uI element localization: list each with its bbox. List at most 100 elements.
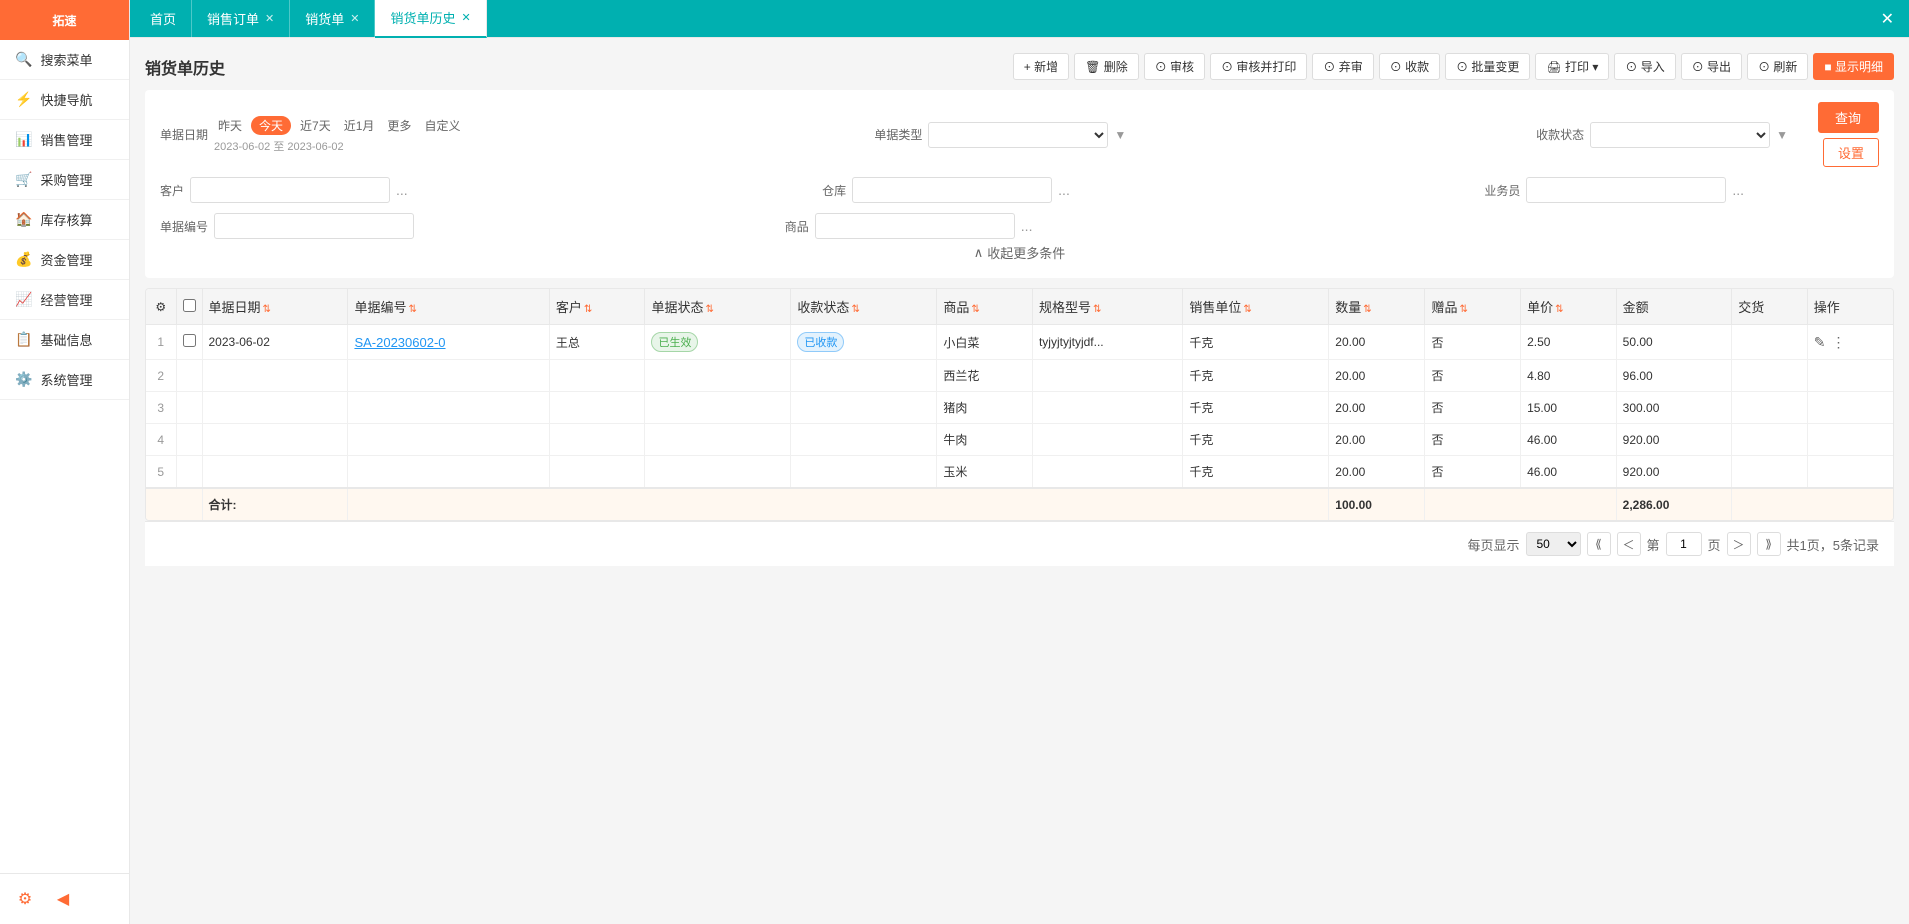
customer-input[interactable] <box>190 177 390 203</box>
tab-sales-history-close[interactable]: ✕ <box>462 11 471 24</box>
salesperson-input[interactable] <box>1526 177 1726 203</box>
setting-button[interactable]: 设置 <box>1823 138 1879 167</box>
doc-type-dropdown-icon[interactable]: ▼ <box>1114 128 1126 142</box>
audit-button[interactable]: ⊙ 审核 <box>1144 53 1205 80</box>
delete-button[interactable]: 🗑 删除 <box>1074 53 1139 80</box>
row-gift: 否 <box>1425 325 1521 360</box>
th-doc-status[interactable]: 单据状态⇅ <box>645 289 791 325</box>
total-empty2 <box>1425 488 1616 520</box>
page-prev-btn[interactable]: ＜ <box>1617 532 1641 556</box>
page-first-btn[interactable]: ⟪ <box>1587 532 1611 556</box>
tab-sales-order[interactable]: 销售订单 ✕ <box>192 0 290 38</box>
row-amount: 920.00 <box>1616 424 1732 456</box>
goods-dots-btn[interactable]: ... <box>1021 218 1033 234</box>
payment-status-dropdown-icon[interactable]: ▼ <box>1776 128 1788 142</box>
page-label: 第 <box>1647 535 1660 554</box>
th-docno[interactable]: 单据编号⇅ <box>348 289 549 325</box>
warehouse-input[interactable] <box>852 177 1052 203</box>
th-gear[interactable]: ⚙ <box>146 289 176 325</box>
sidebar-item-system-mgmt[interactable]: ⚙️ 系统管理 <box>0 360 129 400</box>
collapse-button[interactable]: ∧ 收起更多条件 <box>160 239 1879 266</box>
row-transaction <box>1732 392 1808 424</box>
th-goods[interactable]: 商品⇅ <box>937 289 1033 325</box>
tab-sales-goods-close[interactable]: ✕ <box>350 12 359 25</box>
th-checkbox[interactable] <box>176 289 202 325</box>
tab-close-all-btn[interactable]: ✕ <box>1871 9 1904 29</box>
doc-no-link[interactable]: SA-20230602-0 <box>354 335 445 350</box>
th-transaction[interactable]: 交货 <box>1732 289 1808 325</box>
sidebar-item-sales-mgmt[interactable]: 📊 销售管理 <box>0 120 129 160</box>
th-gift[interactable]: 赠品⇅ <box>1425 289 1521 325</box>
sidebar-item-operations-mgmt[interactable]: 📈 经营管理 <box>0 280 129 320</box>
sidebar-item-finance-mgmt[interactable]: 💰 资金管理 <box>0 240 129 280</box>
new-button[interactable]: + 新增 <box>1013 53 1069 80</box>
doc-type-select[interactable] <box>928 122 1108 148</box>
export-button[interactable]: ⊙ 导出 <box>1681 53 1742 80</box>
tab-sales-history[interactable]: 销货单历史 ✕ <box>375 0 486 38</box>
date-btn-more[interactable]: 更多 <box>383 115 415 136</box>
warehouse-dots-btn[interactable]: ... <box>1058 182 1070 198</box>
system-mgmt-icon: ⚙️ <box>15 371 32 388</box>
select-all-checkbox[interactable] <box>183 299 196 312</box>
row-docno[interactable] <box>348 392 549 424</box>
row-docno[interactable]: SA-20230602-0 <box>348 325 549 360</box>
more-action-icon[interactable]: ⋮ <box>1831 334 1845 351</box>
salesperson-dots-btn[interactable]: ... <box>1732 182 1744 198</box>
sidebar-item-basic-info[interactable]: 📋 基础信息 <box>0 320 129 360</box>
refresh-button[interactable]: ⊙ 刷新 <box>1747 53 1808 80</box>
row-amount: 300.00 <box>1616 392 1732 424</box>
th-price[interactable]: 单价⇅ <box>1521 289 1617 325</box>
th-qty[interactable]: 数量⇅ <box>1329 289 1425 325</box>
sidebar-item-purchase-mgmt[interactable]: 🛒 采购管理 <box>0 160 129 200</box>
query-button[interactable]: 查询 <box>1818 102 1879 133</box>
abandon-button[interactable]: ⊙ 弃审 <box>1312 53 1373 80</box>
page-number-input[interactable] <box>1666 532 1702 556</box>
collapse-icon: ∧ <box>974 245 984 261</box>
th-unit[interactable]: 销售单位⇅ <box>1183 289 1329 325</box>
row-gift: 否 <box>1425 456 1521 489</box>
tab-sales-order-close[interactable]: ✕ <box>265 12 274 25</box>
customer-dots-btn[interactable]: ... <box>396 182 408 198</box>
th-customer[interactable]: 客户⇅ <box>549 289 645 325</box>
th-pay-status[interactable]: 收款状态⇅ <box>791 289 937 325</box>
edit-action-icon[interactable]: ✎ <box>1814 334 1826 351</box>
sidebar-item-quick-nav[interactable]: ⚡ 快捷导航 <box>0 80 129 120</box>
audit-print-button[interactable]: ⊙ 审核并打印 <box>1210 53 1307 80</box>
th-date[interactable]: 单据日期⇅ <box>202 289 348 325</box>
import-button[interactable]: ⊙ 导入 <box>1614 53 1675 80</box>
row-unit: 千克 <box>1183 325 1329 360</box>
row-docno[interactable] <box>348 456 549 489</box>
tab-sales-goods[interactable]: 销货单 ✕ <box>290 0 375 38</box>
date-btn-7days[interactable]: 近7天 <box>296 115 335 136</box>
row-amount: 50.00 <box>1616 325 1732 360</box>
collect-button[interactable]: ⊙ 收款 <box>1379 53 1440 80</box>
date-btn-today[interactable]: 今天 <box>251 116 291 135</box>
customer-label: 客户 <box>160 182 184 199</box>
sidebar-collapse-btn[interactable]: ◀ <box>48 884 78 914</box>
payment-status-select[interactable] <box>1590 122 1770 148</box>
table-row: 5玉米千克20.00否46.00920.00 <box>146 456 1893 489</box>
row-checkbox[interactable] <box>183 334 196 347</box>
row-unit: 千克 <box>1183 456 1329 489</box>
per-page-label: 每页显示 <box>1467 535 1519 554</box>
th-amount[interactable]: 金额 <box>1616 289 1732 325</box>
per-page-select[interactable]: 50 100 <box>1526 532 1581 556</box>
sidebar-settings-btn[interactable]: ⚙ <box>10 884 40 914</box>
tab-home[interactable]: 首页 <box>135 0 192 38</box>
page-next-btn[interactable]: ＞ <box>1727 532 1751 556</box>
goods-input[interactable] <box>815 213 1015 239</box>
batch-change-button[interactable]: ⊙ 批量变更 <box>1445 53 1530 80</box>
th-spec[interactable]: 规格型号⇅ <box>1032 289 1182 325</box>
docno-input[interactable] <box>214 213 414 239</box>
date-btn-yesterday[interactable]: 昨天 <box>214 115 246 136</box>
row-docno[interactable] <box>348 360 549 392</box>
page-last-btn[interactable]: ⟫ <box>1757 532 1781 556</box>
print-button[interactable]: 🖨 打印 ▾ <box>1535 53 1609 80</box>
tab-sales-history-label: 销货单历史 <box>390 8 455 27</box>
sidebar-item-inventory-calc[interactable]: 🏠 库存核算 <box>0 200 129 240</box>
date-btn-custom[interactable]: 自定义 <box>420 115 464 136</box>
sidebar-item-search-menu[interactable]: 🔍 搜索菜单 <box>0 40 129 80</box>
row-docno[interactable] <box>348 424 549 456</box>
show-detail-button[interactable]: ■ 显示明细 <box>1813 53 1894 80</box>
date-btn-1month[interactable]: 近1月 <box>340 115 379 136</box>
